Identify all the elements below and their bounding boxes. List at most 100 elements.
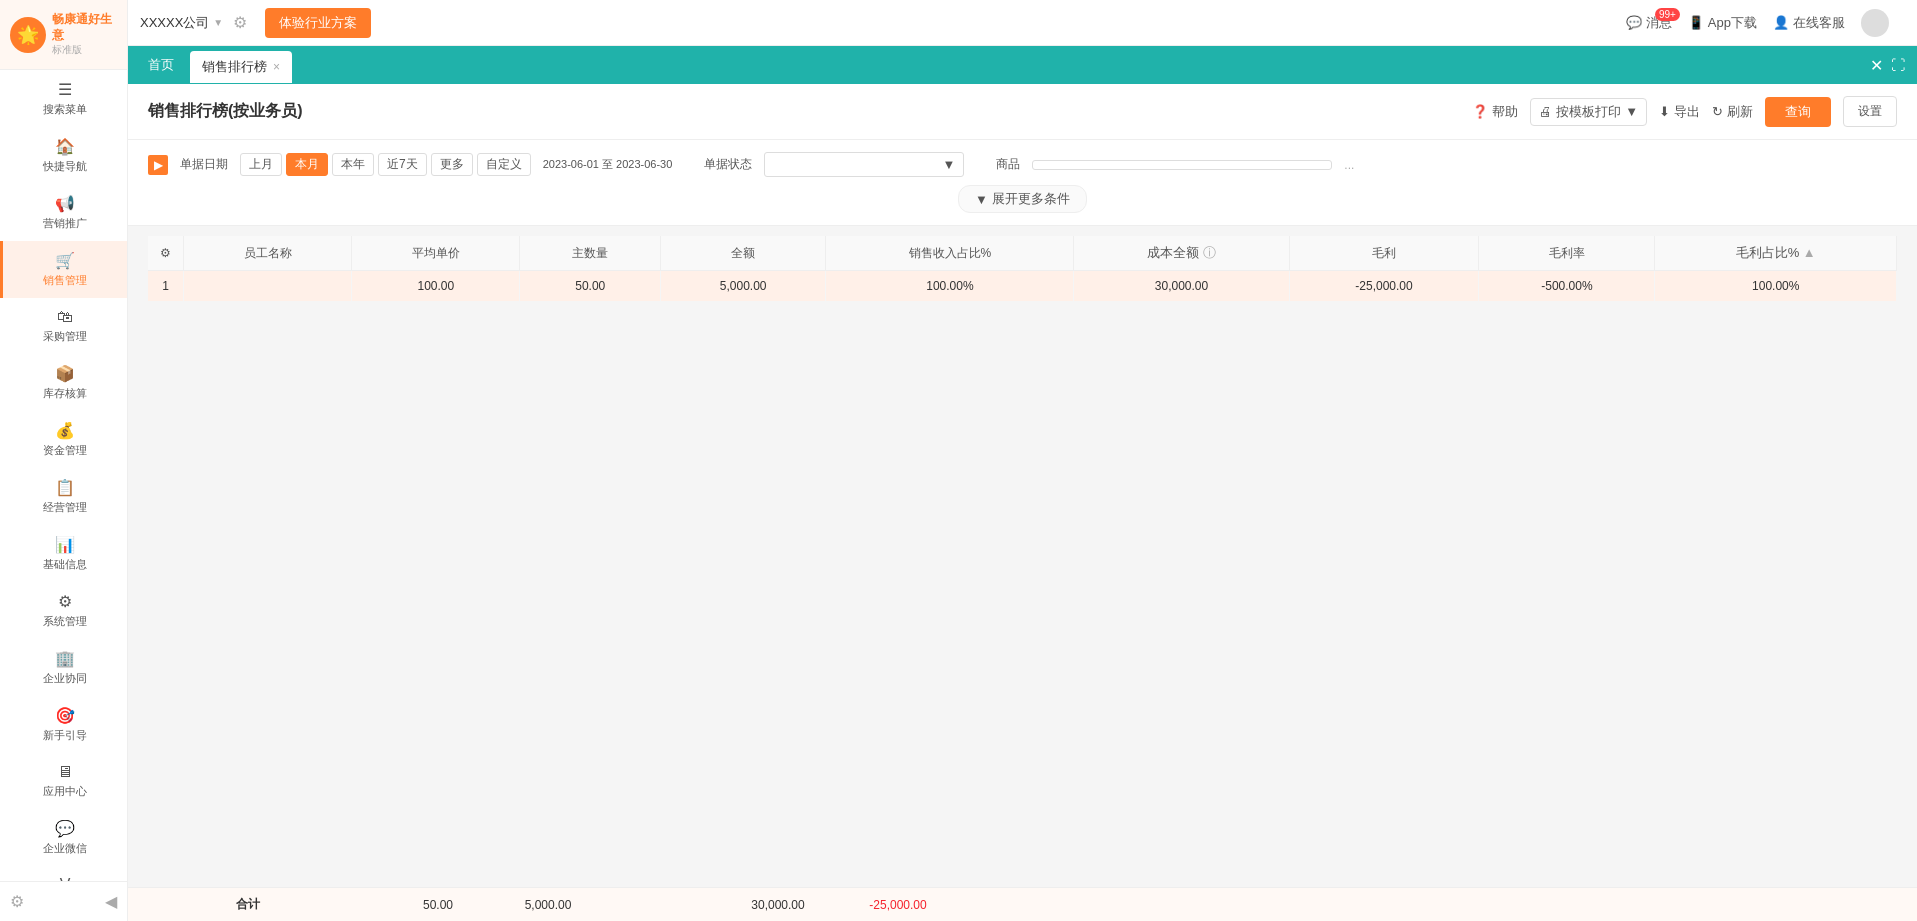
logo-name: 畅康通好生意 (52, 12, 117, 43)
export-icon: ⬇ (1659, 104, 1670, 119)
expand-more-button[interactable]: ▼ 展开更多条件 (958, 185, 1087, 213)
col-profit: 毛利 (1289, 236, 1479, 271)
sidebar-label-finance: 资金管理 (43, 443, 87, 458)
print-icon: 🖨 (1539, 104, 1552, 119)
sidebar-item-inventory[interactable]: 📦 库存核算 (0, 354, 127, 411)
sidebar-item-system[interactable]: ⚙ 系统管理 (0, 582, 127, 639)
table-body: 1 100.00 50.00 5,000.00 100.00% 30,000.0… (148, 271, 1897, 302)
user-avatar[interactable] (1861, 9, 1889, 37)
data-table: ⚙ 员工名称 平均单价 主数量 全额 销售收入占比% 成本全额 ⓘ 毛利 毛利率 (148, 236, 1897, 302)
topbar: XXXXX公司 ▼ ⚙ 体验行业方案 💬 消息 99+ 📱 App下载 👤 在线… (128, 0, 1917, 46)
cost-label: 成本全额 (1147, 245, 1199, 260)
col-settings: ⚙ (148, 236, 184, 271)
print-button[interactable]: 🖨 按模板打印 ▼ (1530, 98, 1647, 126)
basic-icon: 📊 (55, 535, 75, 554)
date-btn-prev-month[interactable]: 上月 (240, 153, 282, 176)
date-btn-more[interactable]: 更多 (431, 153, 473, 176)
sidebar-item-search[interactable]: ☰ 搜索菜单 (0, 70, 127, 127)
cost-info-icon[interactable]: ⓘ (1203, 245, 1216, 260)
topbar-settings-icon[interactable]: ⚙ (233, 13, 247, 32)
company-select[interactable]: XXXXX公司 ▼ (140, 14, 223, 32)
footer-main-qty: 50.00 (388, 898, 488, 912)
sidebar-item-basic[interactable]: 📊 基础信息 (0, 525, 127, 582)
appstore-icon: 🖥 (57, 763, 73, 781)
goods-input[interactable] (1032, 160, 1332, 170)
content-area: 销售排行榜(按业务员) ❓ 帮助 🖨 按模板打印 ▼ ⬇ 导出 ↻ 刷新 (128, 84, 1917, 921)
sidebar-item-guide[interactable]: 🎯 新手引导 (0, 696, 127, 753)
sidebar-label-guide: 新手引导 (43, 728, 87, 743)
footer-cost: 30,000.00 (718, 898, 838, 912)
date-btn-7days[interactable]: 近7天 (378, 153, 427, 176)
export-label: 导出 (1674, 103, 1700, 121)
col-sales-pct: 销售收入占比% (826, 236, 1074, 271)
tab-sales-ranking[interactable]: 销售排行榜 × (190, 51, 292, 83)
tabbar-expand-button[interactable]: ⛶ (1891, 57, 1905, 73)
cell-sales-pct: 100.00% (826, 271, 1074, 302)
tabbar-close-button[interactable]: ✕ (1870, 56, 1883, 75)
more-filter-button[interactable]: ... (1344, 158, 1354, 172)
date-btn-this-month[interactable]: 本月 (286, 153, 328, 176)
sidebar-item-enterprise[interactable]: 🏢 企业协同 (0, 639, 127, 696)
tabbar-right: ✕ ⛶ (1870, 56, 1913, 75)
sidebar: 🌟 畅康通好生意 标准版 ☰ 搜索菜单 🏠 快捷导航 📢 营销推广 🛒 销售管理… (0, 0, 128, 921)
refresh-button[interactable]: ↻ 刷新 (1712, 103, 1753, 121)
tab-home[interactable]: 首页 (132, 46, 190, 84)
settings-bottom-icon[interactable]: ⚙ (10, 892, 24, 911)
weixin-icon: 💬 (55, 819, 75, 838)
cell-profit-rate: -500.00% (1479, 271, 1655, 302)
col-profit-rate: 毛利率 (1479, 236, 1655, 271)
main-area: XXXXX公司 ▼ ⚙ 体验行业方案 💬 消息 99+ 📱 App下载 👤 在线… (128, 0, 1917, 921)
sidebar-item-weixin[interactable]: 💬 企业微信 (0, 809, 127, 866)
print-arrow-icon: ▼ (1625, 104, 1638, 119)
page-header: 销售排行榜(按业务员) ❓ 帮助 🖨 按模板打印 ▼ ⬇ 导出 ↻ 刷新 (128, 84, 1917, 140)
profit-pct-info-icon[interactable]: ▲ (1803, 245, 1816, 260)
sidebar-label-system: 系统管理 (43, 614, 87, 629)
trial-button[interactable]: 体验行业方案 (265, 8, 371, 38)
sidebar-item-purchase[interactable]: 🛍 采购管理 (0, 298, 127, 354)
sidebar-item-marketing[interactable]: 📢 营销推广 (0, 184, 127, 241)
online-service-button[interactable]: 👤 在线客服 (1773, 14, 1845, 32)
filter-collapse-button[interactable]: ▶ (148, 155, 168, 175)
cell-amount: 5,000.00 (661, 271, 826, 302)
message-icon: 💬 (1626, 15, 1642, 30)
company-dropdown-icon: ▼ (213, 17, 223, 28)
sidebar-item-shortcut[interactable]: 🏠 快捷导航 (0, 127, 127, 184)
date-group: 上月 本月 本年 近7天 更多 自定义 (240, 153, 531, 176)
collapse-sidebar-icon[interactable]: ◀ (105, 892, 117, 911)
export-button[interactable]: ⬇ 导出 (1659, 103, 1700, 121)
enterprise-icon: 🏢 (55, 649, 75, 668)
date-btn-custom[interactable]: 自定义 (477, 153, 531, 176)
sidebar-item-operation[interactable]: 📋 经营管理 (0, 468, 127, 525)
finance-icon: 💰 (55, 421, 75, 440)
app-download-button[interactable]: 📱 App下载 (1688, 14, 1757, 32)
help-button[interactable]: ❓ 帮助 (1472, 103, 1518, 121)
sidebar-item-vip[interactable]: V 畅会员 (0, 866, 127, 881)
footer-profit: -25,000.00 (838, 898, 958, 912)
logo-area: 🌟 畅康通好生意 标准版 (0, 0, 127, 70)
message-button[interactable]: 💬 消息 99+ (1626, 14, 1672, 32)
sidebar-label-basic: 基础信息 (43, 557, 87, 572)
tab-close-icon[interactable]: × (273, 60, 280, 74)
marketing-icon: 📢 (55, 194, 75, 213)
cell-profit-pct: 100.00% (1655, 271, 1897, 302)
query-button[interactable]: 查询 (1765, 97, 1831, 127)
sidebar-bottom: ⚙ ◀ (0, 881, 127, 921)
app-icon: 📱 (1688, 15, 1704, 30)
status-select[interactable]: ▼ (764, 152, 964, 177)
col-avg-price: 平均单价 (352, 236, 520, 271)
date-btn-this-year[interactable]: 本年 (332, 153, 374, 176)
guide-icon: 🎯 (55, 706, 75, 725)
col-cost: 成本全额 ⓘ (1074, 236, 1289, 271)
col-profit-pct: 毛利占比% ▲ (1655, 236, 1897, 271)
logo-icon: 🌟 (10, 17, 46, 53)
filter-row-1: ▶ 单据日期 上月 本月 本年 近7天 更多 自定义 2023-06-01 至 … (148, 152, 1897, 177)
sidebar-label-weixin: 企业微信 (43, 841, 87, 856)
sidebar-item-sales[interactable]: 🛒 销售管理 (0, 241, 127, 298)
sidebar-item-finance[interactable]: 💰 资金管理 (0, 411, 127, 468)
expand-more-icon: ▼ (975, 192, 988, 207)
sidebar-item-appstore[interactable]: 🖥 应用中心 (0, 753, 127, 809)
purchase-icon: 🛍 (57, 308, 73, 326)
status-filter-label: 单据状态 (704, 156, 752, 173)
setting-button[interactable]: 设置 (1843, 96, 1897, 127)
service-icon: 👤 (1773, 15, 1789, 30)
